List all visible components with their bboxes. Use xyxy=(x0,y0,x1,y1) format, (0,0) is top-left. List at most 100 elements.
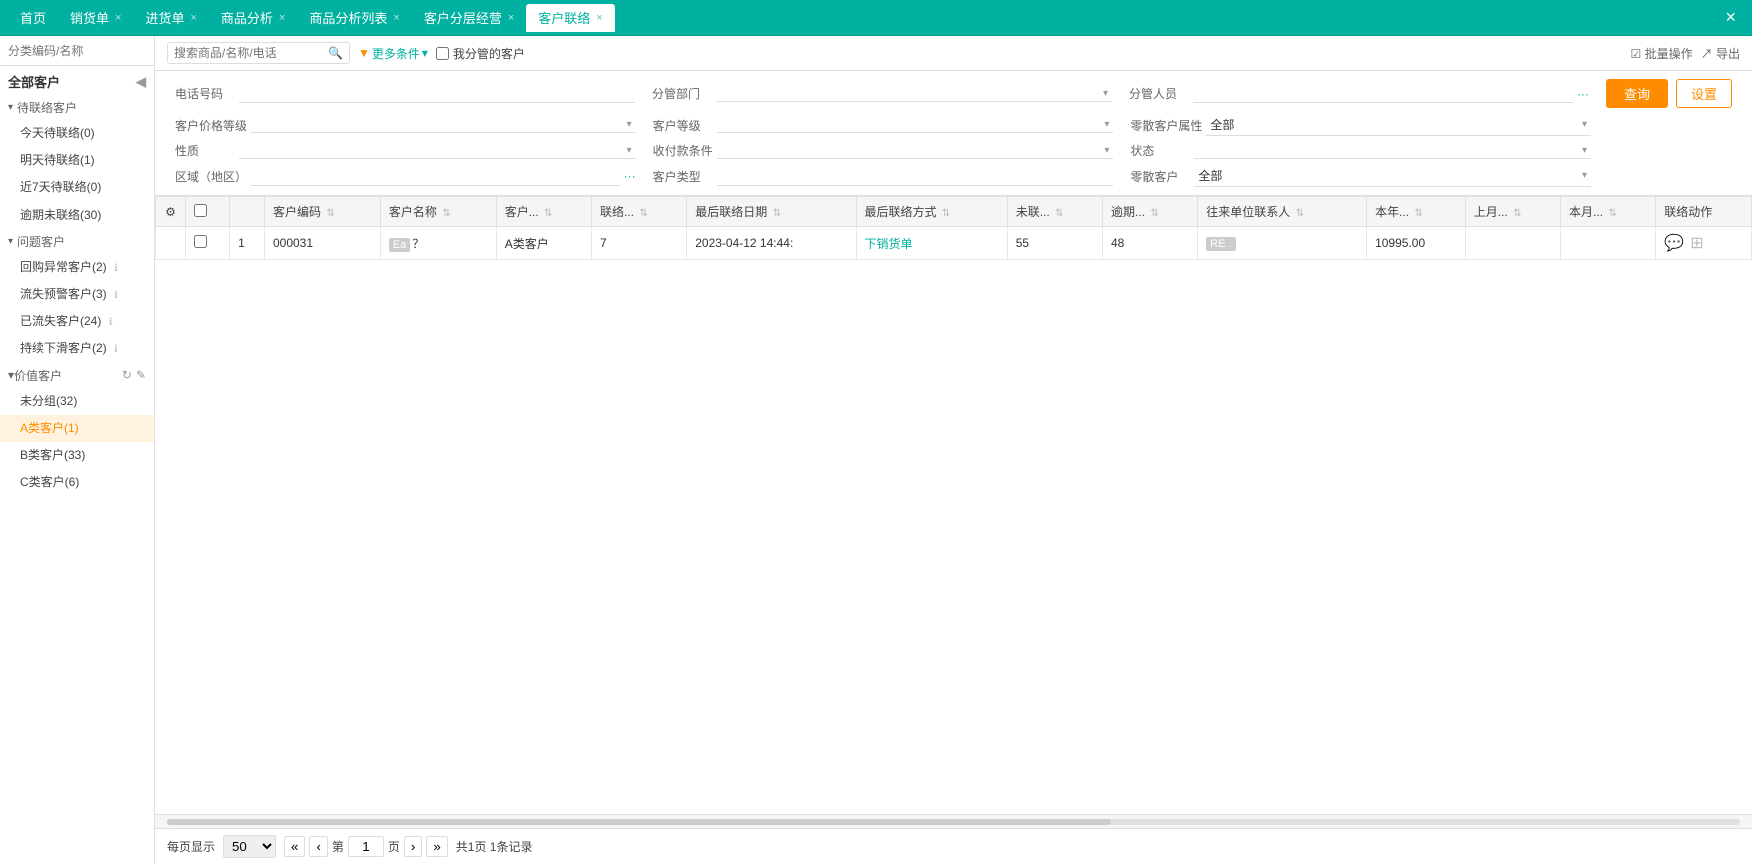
cell-last-method[interactable]: 下销货单 xyxy=(856,227,1007,260)
sidebar-item-churn-warning[interactable]: 流失预警客户(3) ℹ xyxy=(0,281,154,308)
cell-company-contact: RE . xyxy=(1198,227,1367,260)
tab-product-analysis[interactable]: 商品分析 × xyxy=(209,4,297,32)
th-last-date[interactable]: 最后联络日期 ⇅ xyxy=(687,197,856,227)
row-checkbox[interactable] xyxy=(194,235,207,248)
th-name[interactable]: 客户名称 ⇅ xyxy=(380,197,496,227)
tab-customer-layer[interactable]: 客户分层经营 × xyxy=(412,4,526,32)
sidebar-item-today[interactable]: 今天待联络(0) xyxy=(0,120,154,147)
sidebar-problem-section[interactable]: ▾ 问题客户 xyxy=(0,229,154,254)
sidebar-item-class-a[interactable]: A类客户(1) xyxy=(0,415,154,442)
prev-page-btn[interactable]: ‹ xyxy=(309,836,327,857)
more-filter-btn[interactable]: ▼ 更多条件 ▾ xyxy=(358,45,428,62)
sidebar-item-7days[interactable]: 近7天待联络(0) xyxy=(0,174,154,201)
sidebar-value-section[interactable]: ▾ 价值客户 ↻ ✎ xyxy=(0,363,154,388)
select-all-checkbox[interactable] xyxy=(194,204,207,217)
sidebar-item-class-b[interactable]: B类客户(33) xyxy=(0,442,154,469)
sidebar-item-class-c[interactable]: C类客户(6) xyxy=(0,469,154,496)
sort-icon-name: ⇅ xyxy=(442,208,450,219)
sidebar-item-overdue[interactable]: 逾期未联络(30) xyxy=(0,202,154,229)
sidebar-pending-contact-section[interactable]: ▾ 待联络客户 xyxy=(0,95,154,120)
content-area: 🔍 ▼ 更多条件 ▾ 我分管的客户 ☑ 批量操作 ↗ 导出 xyxy=(155,36,1752,864)
tab-customer-contact[interactable]: 客户联络 × xyxy=(526,4,614,32)
dept-select[interactable]: ▾ xyxy=(716,86,1112,102)
manager-input[interactable] xyxy=(1193,84,1573,103)
customer-type-input[interactable] xyxy=(717,167,1114,186)
last-method-link[interactable]: 下销货单 xyxy=(865,237,913,251)
refresh-icon[interactable]: ↻ xyxy=(122,368,132,382)
settings-button[interactable]: 设置 xyxy=(1676,79,1732,108)
th-company-contact[interactable]: 往来单位联系人 ⇅ xyxy=(1198,197,1367,227)
per-page-select[interactable]: 50 100 200 xyxy=(223,835,276,858)
toolbar-search-area: 🔍 xyxy=(167,42,350,64)
price-level-select[interactable]: ▾ xyxy=(251,117,636,133)
tab-product-analysis-close[interactable]: × xyxy=(279,12,285,24)
tab-customer-layer-close[interactable]: × xyxy=(508,12,514,24)
tab-purchase-close[interactable]: × xyxy=(190,12,196,24)
th-this-month[interactable]: 本月... ⇅ xyxy=(1561,197,1656,227)
my-customer-checkbox[interactable] xyxy=(436,47,449,60)
th-gear[interactable]: ⚙ xyxy=(156,197,186,227)
batch-op-btn[interactable]: ☑ 批量操作 xyxy=(1631,45,1693,62)
retail-attr-label: 零散客户属性 xyxy=(1130,117,1202,134)
sidebar-item-ungrouped[interactable]: 未分组(32) xyxy=(0,388,154,415)
message-icon[interactable]: 💬 xyxy=(1664,233,1684,253)
sidebar-item-tomorrow[interactable]: 明天待联络(1) xyxy=(0,147,154,174)
sidebar-item-declining[interactable]: 持续下滑客户(2) ℹ xyxy=(0,335,154,362)
filter-area: 电话号码 分管部门 ▾ 分管人员 ··· 查询 设置 xyxy=(155,71,1752,196)
tab-purchase-label: 进货单 xyxy=(145,8,184,27)
toolbar-search-icon[interactable]: 🔍 xyxy=(328,46,343,60)
toolbar-search-input[interactable] xyxy=(174,46,324,60)
tab-home[interactable]: 首页 xyxy=(8,4,58,32)
filter-price-level: 客户价格等级 ▾ xyxy=(167,117,645,134)
tab-bar-close-all[interactable]: × xyxy=(1717,7,1744,28)
retail-select[interactable]: 全部 ▾ xyxy=(1194,165,1591,187)
th-this-year[interactable]: 本年... ⇅ xyxy=(1367,197,1466,227)
last-page-btn[interactable]: » xyxy=(426,836,447,857)
payment-select[interactable]: ▾ xyxy=(717,143,1114,159)
retail-attr-arrow-icon: ▾ xyxy=(1582,119,1587,130)
filter-row-2: 客户价格等级 ▾ 客户等级 ▾ 零散客户属性 全部 xyxy=(167,114,1740,136)
th-contact[interactable]: 联络... ⇅ xyxy=(591,197,686,227)
export-btn[interactable]: ↗ 导出 xyxy=(1701,45,1740,62)
scrollbar-track xyxy=(167,819,1740,825)
sort-icon-last-method: ⇅ xyxy=(942,208,950,219)
page-input[interactable] xyxy=(348,836,384,857)
th-last-method[interactable]: 最后联络方式 ⇅ xyxy=(856,197,1007,227)
customer-level-select[interactable]: ▾ xyxy=(717,117,1114,133)
tab-product-list-close[interactable]: × xyxy=(393,12,399,24)
th-level[interactable]: 客户... ⇅ xyxy=(496,197,591,227)
status-select[interactable]: ▾ xyxy=(1194,143,1591,159)
region-input[interactable] xyxy=(251,167,620,186)
region-more-icon[interactable]: ··· xyxy=(624,169,636,183)
next-page-btn[interactable]: › xyxy=(404,836,422,857)
sort-icon-last-date: ⇅ xyxy=(773,208,781,219)
th-uncontacted[interactable]: 未联... ⇅ xyxy=(1007,197,1102,227)
tab-sales[interactable]: 销货单 × xyxy=(58,4,133,32)
first-page-btn[interactable]: « xyxy=(284,836,305,857)
sidebar-item-repurchase-abnormal[interactable]: 回购异常客户(2) ℹ xyxy=(0,254,154,281)
th-overdue[interactable]: 逾期... ⇅ xyxy=(1102,197,1197,227)
customer-type-label: 客户类型 xyxy=(653,168,713,185)
retail-attr-select[interactable]: 全部 ▾ xyxy=(1206,114,1591,136)
tab-product-list[interactable]: 商品分析列表 × xyxy=(297,4,411,32)
th-code[interactable]: 客户编码 ⇅ xyxy=(264,197,380,227)
tab-purchase[interactable]: 进货单 × xyxy=(133,4,208,32)
sidebar-item-churned[interactable]: 已流失客户(24) ℹ xyxy=(0,308,154,335)
scrollbar-thumb[interactable] xyxy=(167,819,1111,825)
info-icon-repurchase: ℹ xyxy=(114,263,118,274)
filter-row-1: 电话号码 分管部门 ▾ 分管人员 ··· 查询 设置 xyxy=(167,79,1740,108)
th-last-month[interactable]: 上月... ⇅ xyxy=(1465,197,1560,227)
manager-more-icon[interactable]: ··· xyxy=(1577,87,1589,101)
edit-icon[interactable]: ✎ xyxy=(136,368,146,382)
query-button[interactable]: 查询 xyxy=(1606,79,1668,108)
sidebar-search-input[interactable] xyxy=(8,44,155,58)
dept-label: 分管部门 xyxy=(652,85,712,102)
tab-customer-contact-close[interactable]: × xyxy=(596,12,602,24)
sidebar-collapse-icon[interactable]: ◀ xyxy=(136,74,146,90)
filter-payment: 收付款条件 ▾ xyxy=(645,142,1123,159)
qr-icon[interactable]: ⊞ xyxy=(1690,233,1703,253)
nature-select[interactable]: ▾ xyxy=(239,143,636,159)
horizontal-scrollbar[interactable] xyxy=(155,814,1752,828)
phone-input[interactable] xyxy=(239,84,635,103)
tab-sales-close[interactable]: × xyxy=(115,12,121,24)
